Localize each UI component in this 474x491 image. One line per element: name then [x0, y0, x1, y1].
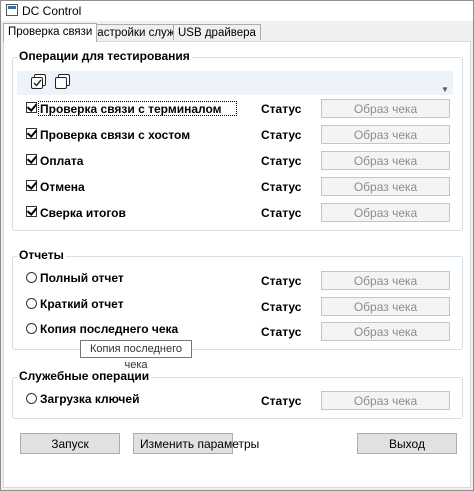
receipt-button-terminal-check[interactable]: Образ чека — [321, 99, 450, 118]
label-host-check: Проверка связи с хостом — [40, 128, 191, 142]
receipt-button-short-report[interactable]: Образ чека — [321, 297, 450, 316]
status-last-receipt-copy: Статус — [261, 325, 302, 339]
radio-last-receipt-copy[interactable] — [26, 323, 37, 334]
receipt-button-full-report[interactable]: Образ чека — [321, 271, 450, 290]
service-group-title: Служебные операции — [17, 369, 152, 383]
focus-rectangle — [38, 101, 237, 116]
tab-strip: Проверка связи Настройки службы USB драй… — [1, 23, 473, 42]
tab-usb-drivers[interactable]: USB драйвера — [173, 24, 261, 40]
receipt-button-key-loading[interactable]: Образ чека — [321, 391, 450, 410]
testing-toolbar — [17, 71, 453, 95]
exit-button[interactable]: Выход — [357, 433, 457, 454]
testing-group-title: Операции для тестирования — [17, 49, 192, 63]
label-short-report: Краткий отчет — [40, 297, 124, 311]
checkbox-payment[interactable] — [26, 154, 37, 165]
receipt-button-cancel[interactable]: Образ чека — [321, 177, 450, 196]
checkbox-reconciliation[interactable] — [26, 206, 37, 217]
label-reconciliation: Сверка итогов — [40, 206, 126, 220]
receipt-button-reconciliation[interactable]: Образ чека — [321, 203, 450, 222]
start-button[interactable]: Запуск — [20, 433, 120, 454]
checkbox-cancel[interactable] — [26, 180, 37, 191]
app-window: DC Control Проверка связи Настройки служ… — [0, 0, 474, 491]
status-cancel: Статус — [261, 180, 302, 194]
app-icon — [6, 4, 18, 16]
label-last-receipt-copy: Копия последнего чека — [40, 322, 179, 336]
radio-short-report[interactable] — [26, 298, 37, 309]
uncheck-all-icon[interactable] — [55, 74, 71, 90]
label-key-loading: Загрузка ключей — [40, 392, 140, 406]
checkbox-host-check[interactable] — [26, 128, 37, 139]
title-bar[interactable]: DC Control — [1, 1, 473, 21]
status-full-report: Статус — [261, 274, 302, 288]
checkbox-terminal-check[interactable] — [26, 102, 37, 113]
receipt-button-host-check[interactable]: Образ чека — [321, 125, 450, 144]
label-full-report: Полный отчет — [40, 271, 124, 285]
chevron-down-icon[interactable]: ▼ — [441, 85, 449, 94]
check-all-icon[interactable] — [31, 74, 47, 90]
receipt-button-last-receipt-copy[interactable]: Образ чека — [321, 322, 450, 341]
status-payment: Статус — [261, 154, 302, 168]
status-short-report: Статус — [261, 300, 302, 314]
reports-group-title: Отчеты — [17, 248, 66, 262]
window-title: DC Control — [22, 4, 82, 18]
status-key-loading: Статус — [261, 394, 302, 408]
status-terminal-check: Статус — [261, 102, 302, 116]
tooltip: Копия последнего чека — [80, 340, 192, 371]
change-params-button[interactable]: Изменить параметры — [133, 433, 259, 454]
radio-key-loading[interactable] — [26, 393, 37, 404]
label-cancel: Отмена — [40, 180, 85, 194]
radio-full-report[interactable] — [26, 272, 37, 283]
status-host-check: Статус — [261, 128, 302, 142]
label-payment: Оплата — [40, 154, 84, 168]
status-reconciliation: Статус — [261, 206, 302, 220]
receipt-button-payment[interactable]: Образ чека — [321, 151, 450, 170]
tab-connection-check[interactable]: Проверка связи — [3, 23, 98, 42]
